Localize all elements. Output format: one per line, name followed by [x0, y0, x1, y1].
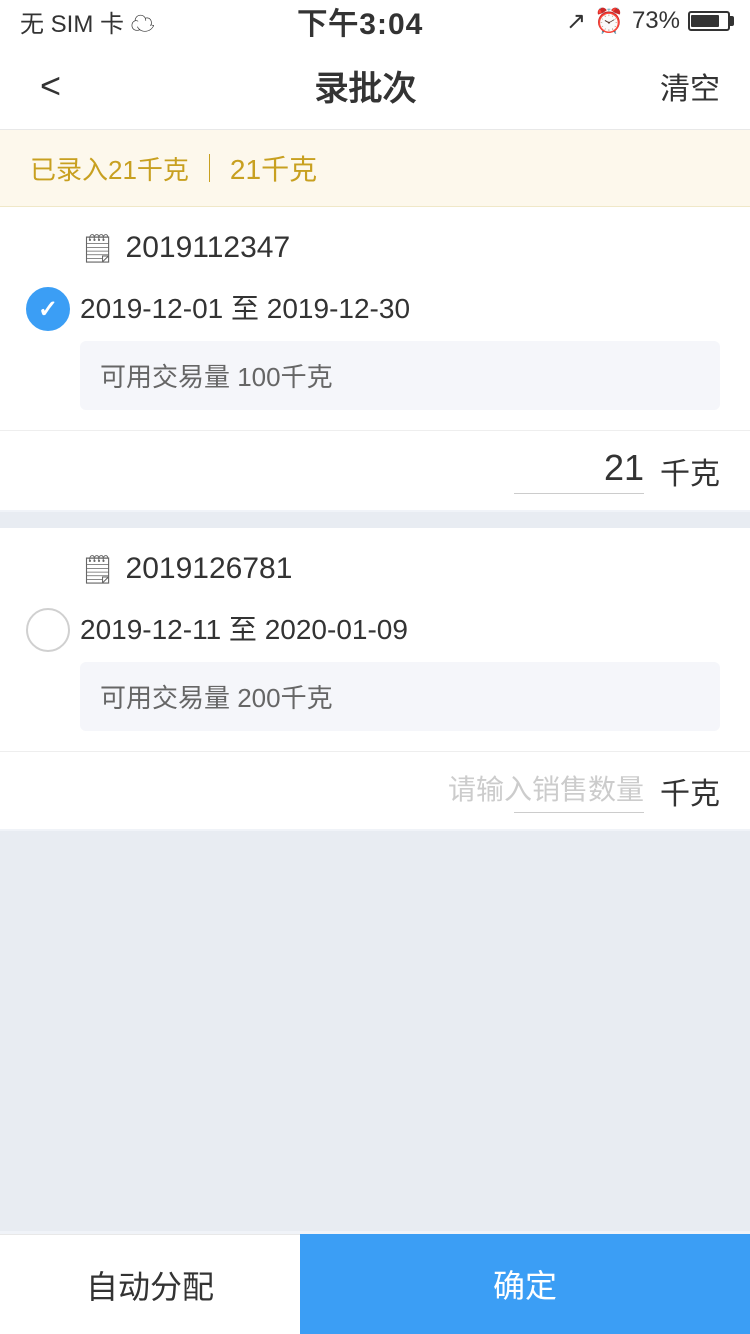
page-title: 录批次 [315, 61, 417, 110]
batch2-unit: 千克 [660, 769, 720, 813]
status-bar: 无 SIM 卡 ☁ 下午3:04 ↗ ⏰ 73% [0, 0, 750, 42]
batch1-available: 可用交易量 100千克 [80, 341, 720, 410]
banner-amount: 21千克 [230, 148, 317, 188]
batch1-quantity-value[interactable]: 21 [604, 447, 644, 489]
batch2-radio-circle[interactable] [26, 608, 70, 652]
batch2-date-range: 2019-12-11 至 2020-01-09 [80, 608, 408, 648]
batch1-id: 2019112347 [126, 231, 291, 265]
batch1-input-underline [514, 493, 644, 494]
confirm-button[interactable]: 确定 [300, 1234, 750, 1334]
batch1-header: 🗒 2019112347 [0, 207, 750, 277]
clear-button[interactable]: 清空 [660, 64, 720, 108]
batch1-unit: 千克 [660, 449, 720, 493]
batch2-header: 🗒 2019126781 [0, 528, 750, 598]
empty-space [0, 831, 750, 1231]
banner-divider [209, 154, 210, 182]
batch2-available: 可用交易量 200千克 [80, 662, 720, 731]
battery-percent: 73% [632, 7, 680, 35]
batch2-input-underline [514, 812, 644, 813]
status-left: 无 SIM 卡 ☁ [20, 4, 155, 39]
batch-card-2: 🗒 2019126781 2019-12-11 至 2020-01-09 可用交… [0, 528, 750, 829]
batch2-radio[interactable] [26, 608, 70, 652]
batch1-date-row[interactable]: 2019-12-01 至 2019-12-30 [0, 277, 750, 341]
batch2-id: 2019126781 [126, 552, 293, 586]
batch2-quantity-placeholder[interactable]: 请输入销售数量 [448, 768, 644, 808]
back-button[interactable]: < [30, 55, 71, 117]
section-separator [0, 512, 750, 528]
batch2-quantity-row: 请输入销售数量 千克 [0, 751, 750, 829]
batch2-date-row[interactable]: 2019-12-11 至 2020-01-09 [0, 598, 750, 662]
recorded-label: 已录入21千克 [30, 150, 189, 187]
alarm-icon: ⏰ [594, 7, 624, 36]
batch1-radio[interactable] [26, 287, 70, 331]
status-time: 下午3:04 [297, 0, 423, 43]
info-banner: 已录入21千克 21千克 [0, 130, 750, 207]
status-right: ↗ ⏰ 73% [566, 7, 730, 36]
batch1-date-range: 2019-12-01 至 2019-12-30 [80, 287, 410, 327]
bottom-bar: 自动分配 确定 [0, 1234, 750, 1334]
nav-bar: < 录批次 清空 [0, 42, 750, 130]
content-wrapper: 🗒 2019112347 2019-12-01 至 2019-12-30 可用交… [0, 207, 750, 1331]
battery-icon [688, 11, 730, 31]
batch-card-1: 🗒 2019112347 2019-12-01 至 2019-12-30 可用交… [0, 207, 750, 510]
batch2-input-wrap[interactable]: 请输入销售数量 [448, 768, 644, 813]
batch1-radio-circle[interactable] [26, 287, 70, 331]
batch1-input-wrap[interactable]: 21 [514, 447, 644, 494]
batch1-id-row: 🗒 2019112347 [80, 231, 720, 265]
signal-icon: ↗ [566, 7, 586, 36]
batch1-quantity-row: 21 千克 [0, 430, 750, 510]
batch1-doc-icon: 🗒 [80, 232, 116, 265]
sim-label: 无 SIM 卡 ☁ [20, 4, 155, 39]
batch2-id-row: 🗒 2019126781 [80, 552, 720, 586]
batch2-doc-icon: 🗒 [80, 553, 116, 586]
auto-distribute-button[interactable]: 自动分配 [0, 1234, 300, 1334]
